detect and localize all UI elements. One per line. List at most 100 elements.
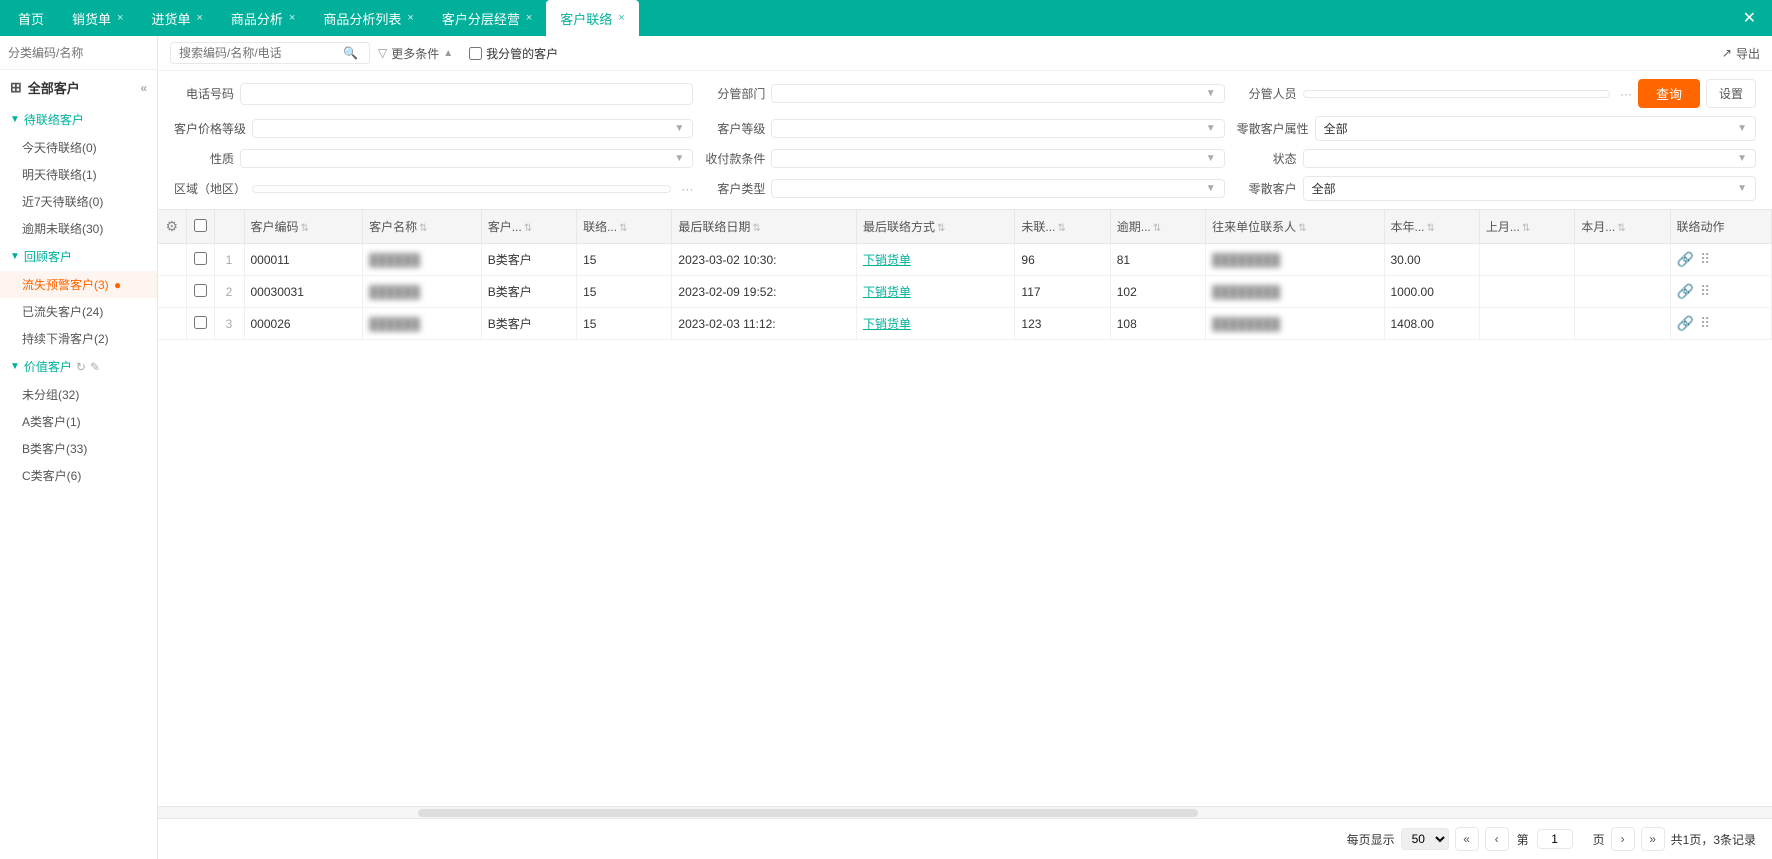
- action-menu-icon-0[interactable]: ⠿: [1700, 251, 1710, 268]
- td-this-year-1: 1000.00: [1384, 276, 1479, 308]
- tab-home[interactable]: 首页: [4, 0, 58, 36]
- close-analysis-tab[interactable]: ×: [289, 12, 295, 24]
- th-type[interactable]: 客户...⇅: [481, 210, 576, 244]
- sidebar-group-pending-title[interactable]: ▼ 待联络客户: [0, 105, 157, 134]
- query-button[interactable]: 查询: [1638, 79, 1700, 108]
- th-uncontacted[interactable]: 未联...⇅: [1015, 210, 1110, 244]
- td-check-1[interactable]: [186, 276, 214, 308]
- td-check-2[interactable]: [186, 308, 214, 340]
- td-last-method-2[interactable]: 下销货单: [856, 308, 1014, 340]
- gender-select[interactable]: ▼: [240, 149, 693, 168]
- sidebar-item-lost-recover[interactable]: 持续下滑客户(2): [0, 325, 157, 352]
- td-check-0[interactable]: [186, 244, 214, 276]
- td-last-method-0[interactable]: 下销货单: [856, 244, 1014, 276]
- zero-attr-select[interactable]: 全部 ▼: [1315, 116, 1756, 141]
- tab-purchase[interactable]: 进货单 ×: [137, 0, 216, 36]
- sidebar-item-lost-already[interactable]: 已流失客户(24): [0, 298, 157, 325]
- sidebar-item-c-class[interactable]: C类客户(6): [0, 462, 157, 489]
- action-link-icon-0[interactable]: 🔗: [1677, 251, 1694, 268]
- close-customer-tier-tab[interactable]: ×: [526, 12, 532, 24]
- region-more-icon[interactable]: ···: [681, 182, 693, 196]
- chevron-down-icon: ▲: [443, 48, 453, 59]
- sidebar-item-unsorted[interactable]: 未分组(32): [0, 381, 157, 408]
- td-type-2: B类客户: [481, 308, 576, 340]
- customer-level-select[interactable]: ▼: [771, 119, 1224, 138]
- horizontal-scrollbar[interactable]: [158, 806, 1772, 818]
- tab-analysis[interactable]: 商品分析 ×: [217, 0, 309, 36]
- page-input-label: 第: [1517, 831, 1529, 848]
- th-last-month[interactable]: 上月...⇅: [1479, 210, 1574, 244]
- customer-type-select[interactable]: ▼: [771, 179, 1224, 198]
- status-select[interactable]: ▼: [1303, 149, 1756, 168]
- th-this-month[interactable]: 本月...⇅: [1575, 210, 1670, 244]
- select-all-checkbox[interactable]: [194, 219, 207, 232]
- close-sales-tab[interactable]: ×: [117, 12, 123, 24]
- next-page-button[interactable]: ›: [1611, 827, 1635, 851]
- payment-label: 收付款条件: [705, 150, 765, 167]
- filter-more-button[interactable]: ▽ 更多条件 ▲: [378, 45, 453, 62]
- action-menu-icon-1[interactable]: ⠿: [1700, 283, 1710, 300]
- last-page-button[interactable]: »: [1641, 827, 1665, 851]
- td-this-month-1: [1575, 276, 1670, 308]
- th-name[interactable]: 客户名称⇅: [363, 210, 482, 244]
- th-last-date[interactable]: 最后联络日期⇅: [672, 210, 857, 244]
- tab-analysis-list[interactable]: 商品分析列表 ×: [309, 0, 427, 36]
- action-link-icon-1[interactable]: 🔗: [1677, 283, 1694, 300]
- setting-button[interactable]: 设置: [1706, 79, 1756, 108]
- page-number-input[interactable]: [1537, 829, 1573, 849]
- sidebar-all-customers[interactable]: ⊞ 全部客户 «: [0, 70, 157, 105]
- th-last-method[interactable]: 最后联络方式⇅: [856, 210, 1014, 244]
- tab-customer-link[interactable]: 客户联络 ×: [546, 0, 638, 36]
- my-customers-checkbox[interactable]: 我分管的客户: [469, 45, 558, 62]
- sidebar-search-input[interactable]: [8, 46, 158, 60]
- close-customer-link-tab[interactable]: ×: [618, 12, 624, 24]
- scrollbar-thumb[interactable]: [418, 809, 1198, 817]
- th-unit-contact[interactable]: 往来单位联系人⇅: [1206, 210, 1384, 244]
- td-this-year-2: 1408.00: [1384, 308, 1479, 340]
- td-last-date-2: 2023-02-03 11:12:: [672, 308, 857, 340]
- tab-sales[interactable]: 销货单 ×: [58, 0, 137, 36]
- sidebar-item-a-class[interactable]: A类客户(1): [0, 408, 157, 435]
- gear-icon[interactable]: ⚙: [165, 218, 178, 234]
- action-menu-icon-2[interactable]: ⠿: [1700, 315, 1710, 332]
- my-customers-check-input[interactable]: [469, 47, 482, 60]
- region-select[interactable]: [252, 185, 671, 193]
- th-checkbox[interactable]: [186, 210, 214, 244]
- th-gear[interactable]: ⚙: [158, 210, 186, 244]
- action-link-icon-2[interactable]: 🔗: [1677, 315, 1694, 332]
- th-code[interactable]: 客户编码⇅: [244, 210, 363, 244]
- td-this-month-2: [1575, 308, 1670, 340]
- value-group-refresh[interactable]: ↻: [76, 360, 86, 374]
- person-label: 分管人员: [1237, 85, 1297, 102]
- td-last-method-1[interactable]: 下销货单: [856, 276, 1014, 308]
- person-select[interactable]: [1303, 90, 1610, 98]
- per-page-select[interactable]: 50: [1401, 828, 1449, 850]
- price-level-select[interactable]: ▼: [252, 119, 693, 138]
- filter-search-input[interactable]: [179, 46, 339, 60]
- sidebar-item-lost-predict[interactable]: 流失预警客户(3) ● 90天未交易的客户，可能有流失风险。: [0, 271, 157, 298]
- th-contact[interactable]: 联络...⇅: [577, 210, 672, 244]
- tab-customer-tier[interactable]: 客户分层经营 ×: [428, 0, 546, 36]
- first-page-button[interactable]: «: [1455, 827, 1479, 851]
- export-button[interactable]: ↗ 导出: [1722, 45, 1760, 62]
- total-info: 共1页，3条记录: [1671, 831, 1756, 848]
- dept-select[interactable]: ▼: [771, 84, 1224, 103]
- phone-input[interactable]: [240, 83, 693, 105]
- sidebar-item-tomorrow[interactable]: 明天待联络(1): [0, 161, 157, 188]
- sidebar-item-week[interactable]: 近7天待联络(0): [0, 188, 157, 215]
- sidebar-group-lost-title[interactable]: ▼ 回顾客户: [0, 242, 157, 271]
- prev-page-button[interactable]: ‹: [1485, 827, 1509, 851]
- close-purchase-tab[interactable]: ×: [196, 12, 202, 24]
- value-group-edit[interactable]: ✎: [90, 360, 100, 374]
- close-analysis-list-tab[interactable]: ×: [407, 12, 413, 24]
- th-this-year[interactable]: 本年...⇅: [1384, 210, 1479, 244]
- window-close-button[interactable]: ✕: [1731, 8, 1768, 28]
- sidebar-group-value-title[interactable]: ▼ 价值客户 ↻ ✎: [0, 352, 157, 381]
- person-more-icon[interactable]: ···: [1620, 87, 1632, 101]
- sidebar-item-overdue[interactable]: 逾期未联络(30): [0, 215, 157, 242]
- sidebar-item-b-class[interactable]: B类客户(33): [0, 435, 157, 462]
- payment-select[interactable]: ▼: [771, 149, 1224, 168]
- th-overdue[interactable]: 逾期...⇅: [1110, 210, 1205, 244]
- zero-customer-select[interactable]: 全部 ▼: [1303, 176, 1756, 201]
- sidebar-item-today[interactable]: 今天待联络(0): [0, 134, 157, 161]
